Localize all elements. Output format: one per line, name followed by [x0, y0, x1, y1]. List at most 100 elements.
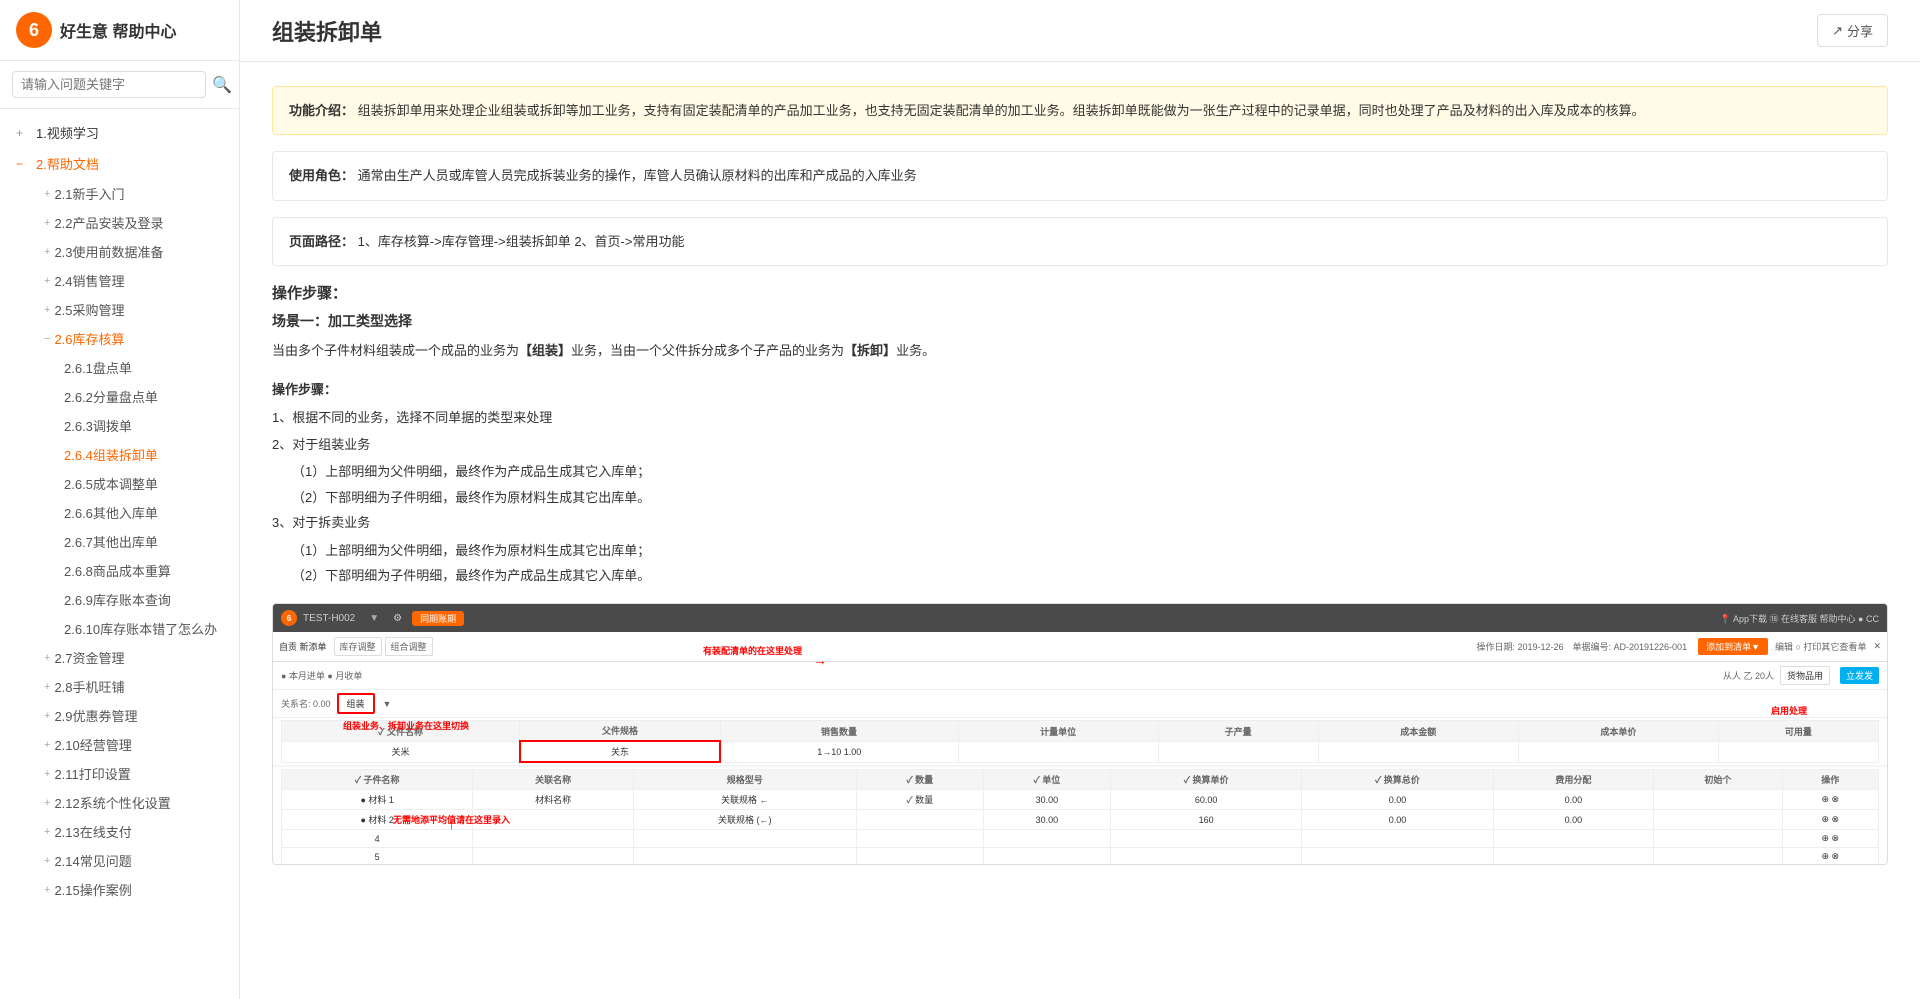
sidebar-header: 6 好生意 帮助中心 — [0, 0, 239, 61]
page-title: 组装拆卸单 — [272, 15, 382, 47]
search-input[interactable] — [12, 71, 206, 98]
path-block: 页面路径： 1、库存核算->库存管理->组装拆卸单 2、首页->常用功能 — [272, 217, 1888, 266]
app-name: 好生意 帮助中心 — [60, 18, 176, 42]
app-type-row: 关系名: 0.00 组装 ▼ — [273, 690, 1887, 718]
expand-icon-newbie: + — [44, 188, 50, 200]
intro-block: 功能介绍： 组装拆卸单用来处理企业组装或拆卸等加工业务，支持有固定装配清单的产品… — [272, 86, 1888, 135]
arrow-4: ↑ — [448, 816, 455, 832]
sidebar-item-newbie[interactable]: + 2.1新手入门 — [28, 179, 239, 208]
sidebar-item-transfer[interactable]: 2.6.3调拨单 — [48, 411, 239, 440]
sidebar-item-inventory[interactable]: − 2.6库存核算 — [28, 324, 239, 353]
sidebar-item-cost-recalc[interactable]: 2.6.8商品成本重算 — [48, 556, 239, 585]
sidebar-item-label-faq: 2.14常见问题 — [54, 851, 131, 870]
sidebar-item-label-ops-mgmt: 2.10经营管理 — [54, 735, 131, 754]
step-2: 2、对于组装业务 — [272, 433, 1888, 456]
intro-label: 功能介绍： — [289, 103, 354, 118]
sidebar-item-label-newbie: 2.1新手入门 — [54, 184, 124, 203]
expand-icon-payment: + — [44, 826, 50, 838]
nav-tree: + 1.视频学习 − 2.帮助文档 + 2.1新手入门 + 2.2产品安装及登录 — [0, 109, 239, 999]
expand-icon-faq: + — [44, 855, 50, 867]
sidebar-item-coupon[interactable]: + 2.9优惠券管理 — [28, 701, 239, 730]
nav-section-header-video[interactable]: + 1.视频学习 — [0, 117, 239, 148]
sidebar-item-assembly[interactable]: 2.6.4组装拆卸单 — [48, 440, 239, 469]
annotation-1: 有装配清单的在这里处理 — [703, 644, 802, 657]
path-text: 1、库存核算->库存管理->组装拆卸单 2、首页->常用功能 — [358, 234, 685, 249]
sidebar-item-faq[interactable]: + 2.14常见问题 — [28, 846, 239, 875]
sidebar-item-purchase[interactable]: + 2.5采购管理 — [28, 295, 239, 324]
sidebar-item-label-finance: 2.7资金管理 — [54, 648, 124, 667]
sidebar-item-cases[interactable]: + 2.15操作案例 — [28, 875, 239, 904]
expand-icon-video: + — [16, 126, 30, 140]
nav-section-header-docs[interactable]: − 2.帮助文档 — [0, 148, 239, 179]
sidebar-item-label-customize: 2.12系统个性化设置 — [54, 793, 170, 812]
nav-section-label-docs: 2.帮助文档 — [36, 154, 99, 173]
table-row: 5 ⊕ ⊗ — [282, 848, 1879, 865]
sidebar-item-data-prep[interactable]: + 2.3使用前数据准备 — [28, 237, 239, 266]
sidebar-item-payment[interactable]: + 2.13在线支付 — [28, 817, 239, 846]
sidebar-item-customize[interactable]: + 2.12系统个性化设置 — [28, 788, 239, 817]
sidebar-item-label-inventory: 2.6库存核算 — [54, 329, 124, 348]
main-area: 组装拆卸单 ↗ 分享 功能介绍： 组装拆卸单用来处理企业组装或拆卸等加工业务，支… — [240, 0, 1920, 999]
search-icon[interactable]: 🔍 — [212, 75, 232, 95]
step-2-2: （2）下部明细为子件明细，最终作为原材料生成其它出库单。 — [272, 486, 1888, 509]
scene1-title: 场景一：加工类型选择 — [272, 311, 1888, 331]
expand-icon-docs: − — [16, 157, 30, 171]
sidebar-item-ops-mgmt[interactable]: + 2.10经营管理 — [28, 730, 239, 759]
sidebar-item-other-out[interactable]: 2.6.7其他出库单 — [48, 527, 239, 556]
app-upper-table: ✓ 父件名称 父件规格 销售数量 计量单位 子产量 成本金额 成本单价 可用量 — [273, 718, 1887, 765]
sidebar-item-label-transfer: 2.6.3调拨单 — [64, 416, 132, 435]
share-button[interactable]: ↗ 分享 — [1817, 14, 1888, 47]
sidebar-item-cost-adj[interactable]: 2.6.5成本调整单 — [48, 469, 239, 498]
sidebar-item-label-cases: 2.15操作案例 — [54, 880, 131, 899]
expand-icon-sales: + — [44, 275, 50, 287]
sidebar-item-label-cost-recalc: 2.6.8商品成本重算 — [64, 561, 171, 580]
screenshot-image: 6 TEST-H002 ▼ ⚙ 同期账期 📍 App下载 ⑱ 在线客服 帮助中心… — [273, 604, 1887, 864]
step-3-2: （2）下部明细为子件明细，最终作为产成品生成其它入库单。 — [272, 564, 1888, 587]
nav-sub-docs: + 2.1新手入门 + 2.2产品安装及登录 + 2.3使用前数据准备 + 2.… — [0, 179, 239, 904]
expand-icon-customize: + — [44, 797, 50, 809]
sidebar-item-label-ledger-error: 2.6.10库存账本错了怎么办 — [64, 619, 217, 638]
sidebar-item-label-install: 2.2产品安装及登录 — [54, 213, 163, 232]
sidebar-item-sales[interactable]: + 2.4销售管理 — [28, 266, 239, 295]
sidebar-item-stock-ledger[interactable]: 2.6.9库存账本查询 — [48, 585, 239, 614]
annotation-3: 启用处理 — [1771, 704, 1807, 717]
role-label: 使用角色： — [289, 168, 354, 183]
sidebar-item-finance[interactable]: + 2.7资金管理 — [28, 643, 239, 672]
sidebar-item-label-sales: 2.4销售管理 — [54, 271, 124, 290]
sidebar-item-label-cost-adj: 2.6.5成本调整单 — [64, 474, 158, 493]
sidebar-item-mobile[interactable]: + 2.8手机旺铺 — [28, 672, 239, 701]
expand-icon-print: + — [44, 768, 50, 780]
sidebar-item-label-partial-stocktake: 2.6.2分量盘点单 — [64, 387, 158, 406]
search-box: 🔍 — [0, 61, 239, 109]
scene1-desc: 当由多个子件材料组装成一个成品的业务为【组装】业务，当由一个父件拆分成多个子产品… — [272, 339, 1888, 362]
app-sub-header: ● 本月进单 ● 月收单 从人 乙 20人 货物品用 立发发 — [273, 662, 1887, 690]
sidebar-item-print[interactable]: + 2.11打印设置 — [28, 759, 239, 788]
role-block: 使用角色： 通常由生产人员或库管人员完成拆装业务的操作，库管人员确认原材料的出库… — [272, 151, 1888, 200]
sidebar-item-ledger-error[interactable]: 2.6.10库存账本错了怎么办 — [48, 614, 239, 643]
sidebar-item-label-print: 2.11打印设置 — [54, 764, 130, 783]
expand-icon-coupon: + — [44, 710, 50, 722]
sidebar-item-label-data-prep: 2.3使用前数据准备 — [54, 242, 163, 261]
app-logo: 6 — [16, 12, 52, 48]
expand-icon-install: + — [44, 217, 50, 229]
sidebar-item-label-payment: 2.13在线支付 — [54, 822, 131, 841]
expand-icon-data-prep: + — [44, 246, 50, 258]
role-text: 通常由生产人员或库管人员完成拆装业务的操作，库管人员确认原材料的出库和产成品的入… — [358, 168, 917, 183]
sidebar-item-partial-stocktake[interactable]: 2.6.2分量盘点单 — [48, 382, 239, 411]
sidebar-item-label-purchase: 2.5采购管理 — [54, 300, 124, 319]
nav-sub-inventory: 2.6.1盘点单 2.6.2分量盘点单 2.6.3调拨单 2.6.4组装拆卸单 … — [28, 353, 239, 643]
sidebar-item-stocktake[interactable]: 2.6.1盘点单 — [48, 353, 239, 382]
expand-icon-mobile: + — [44, 681, 50, 693]
intro-text: 组装拆卸单用来处理企业组装或拆卸等加工业务，支持有固定装配清单的产品加工业务，也… — [358, 103, 1645, 118]
table-row: ● 材料 2 关联规格 (←) 30.00 160 0.00 0.00 — [282, 810, 1879, 830]
expand-icon-ops-mgmt: + — [44, 739, 50, 751]
main-header: 组装拆卸单 ↗ 分享 — [240, 0, 1920, 62]
sidebar: 6 好生意 帮助中心 🔍 + 1.视频学习 − 2.帮助文档 + 2.1新手入门 — [0, 0, 240, 999]
sidebar-item-install[interactable]: + 2.2产品安装及登录 — [28, 208, 239, 237]
app-topbar: 6 TEST-H002 ▼ ⚙ 同期账期 📍 App下载 ⑱ 在线客服 帮助中心… — [273, 604, 1887, 632]
expand-icon-finance: + — [44, 652, 50, 664]
app-menu-bar: 自贡 新添单 库存调整 组合调整 操作日期: 2019-12-26 单据编号: … — [273, 632, 1887, 662]
step-1: 1、根据不同的业务，选择不同单据的类型来处理 — [272, 406, 1888, 429]
nav-section-docs: − 2.帮助文档 + 2.1新手入门 + 2.2产品安装及登录 + 2.3使用前… — [0, 148, 239, 904]
sidebar-item-other-in[interactable]: 2.6.6其他入库单 — [48, 498, 239, 527]
